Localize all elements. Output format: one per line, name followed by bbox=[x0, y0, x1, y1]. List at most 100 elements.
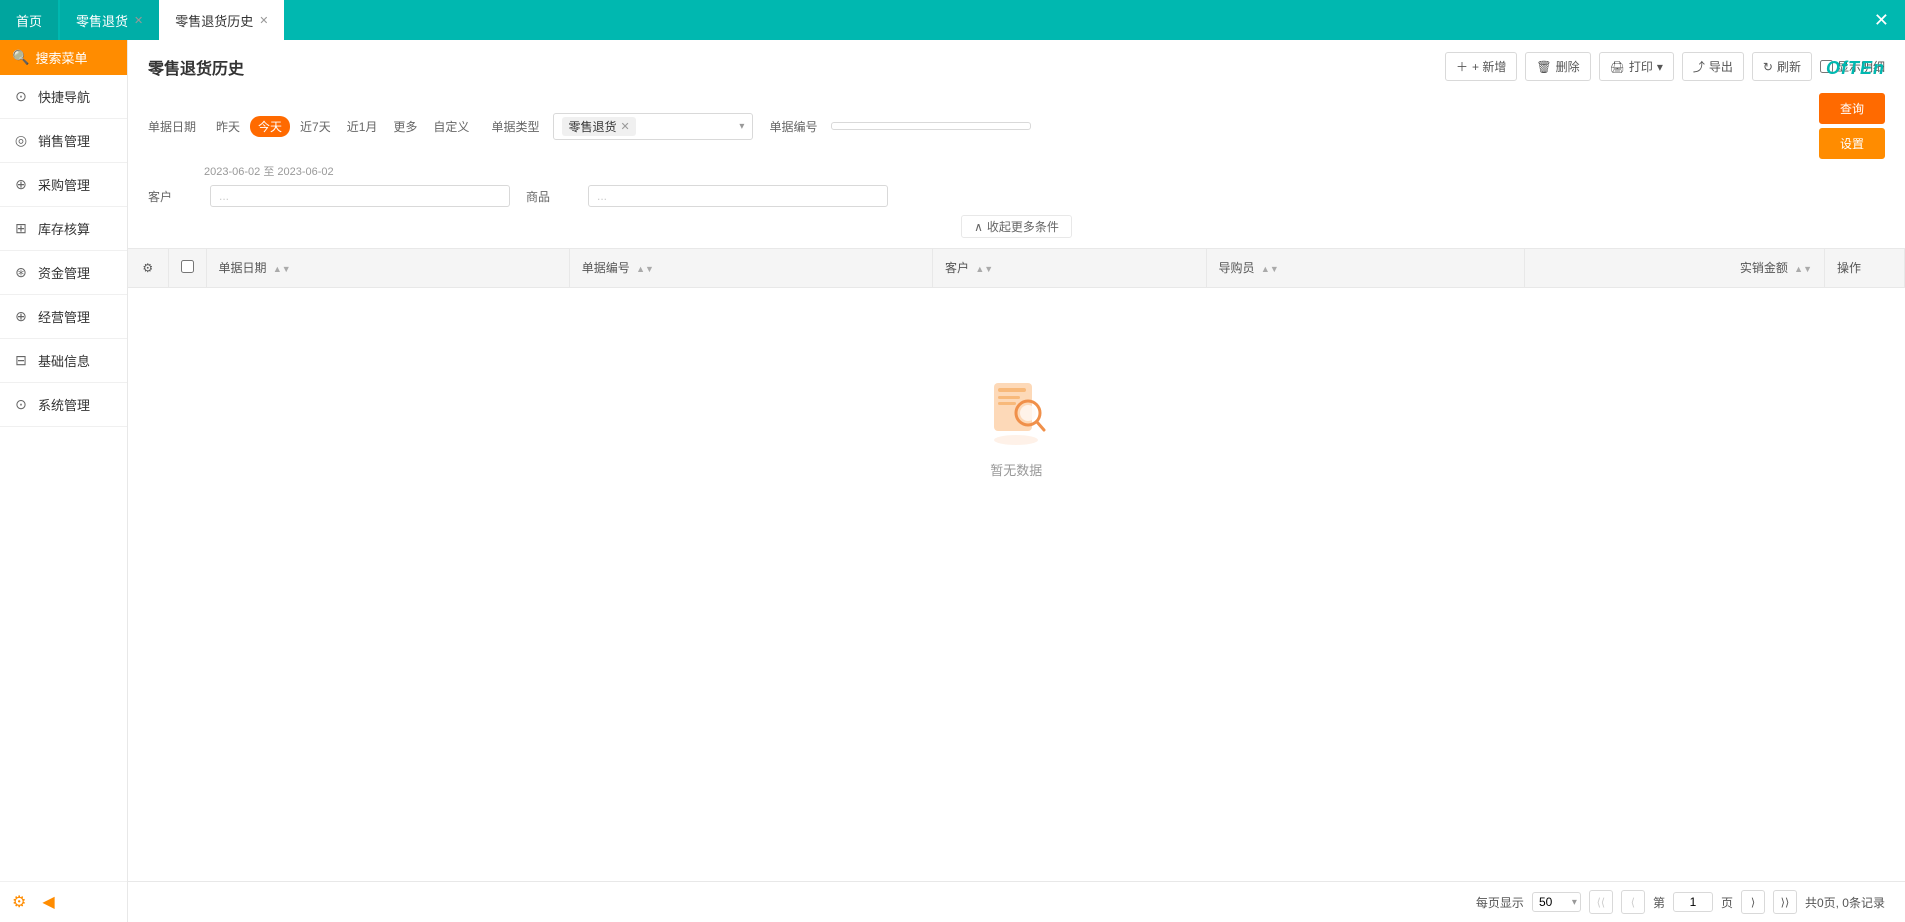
select-all-checkbox[interactable] bbox=[181, 260, 194, 273]
date-range-display: 2023-06-02 至 2023-06-02 bbox=[204, 166, 334, 178]
date-btn-yesterday[interactable]: 昨天 bbox=[210, 116, 246, 137]
print-label: 打印 bbox=[1629, 58, 1653, 75]
tab-retail-return-history-label: 零售退货历史 bbox=[175, 11, 253, 30]
inventory-calc-icon: ⊞ bbox=[12, 220, 30, 238]
print-button[interactable]: 🖨 打印 ▾ bbox=[1599, 52, 1674, 81]
sidebar-item-basic-info[interactable]: ⊟ 基础信息 bbox=[0, 339, 127, 383]
tab-home[interactable]: 首页 bbox=[0, 0, 58, 40]
query-button[interactable]: 查询 bbox=[1819, 93, 1885, 124]
sidebar-item-quick-nav[interactable]: ⊙ 快捷导航 bbox=[0, 75, 127, 119]
sidebar-item-purchase-mgmt[interactable]: ⊕ 采购管理 bbox=[0, 163, 127, 207]
sidebar-item-inventory-calc[interactable]: ⊞ 库存核算 bbox=[0, 207, 127, 251]
col-date: 单据日期 ▲▼ bbox=[206, 249, 569, 287]
sidebar-item-operation-mgmt[interactable]: ⊕ 经营管理 bbox=[0, 295, 127, 339]
tab-retail-return-label: 零售退货 bbox=[76, 11, 128, 30]
brand-tag: OfTEn bbox=[1826, 58, 1885, 79]
top-bar: 首页 零售退货 ✕ 零售退货历史 ✕ ✕ bbox=[0, 0, 1905, 40]
col-checkbox[interactable] bbox=[168, 249, 206, 287]
tab-retail-return-close[interactable]: ✕ bbox=[134, 14, 143, 27]
delete-button[interactable]: 🗑 删除 bbox=[1525, 52, 1590, 81]
table-body: 暂无数据 bbox=[128, 287, 1905, 559]
col-doc-no-sort[interactable]: ▲▼ bbox=[636, 265, 654, 274]
sidebar-item-sales-mgmt[interactable]: ◎ 销售管理 bbox=[0, 119, 127, 163]
delete-label: 删除 bbox=[1556, 58, 1580, 75]
search-icon: 🔍 bbox=[12, 49, 29, 66]
system-mgmt-icon: ⊙ bbox=[12, 396, 30, 414]
export-button[interactable]: ⤴ 导出 bbox=[1682, 52, 1744, 81]
filter-area: 单据日期 昨天 今天 近7天 近1月 更多 自定义 单据类型 bbox=[148, 93, 1885, 248]
doc-no-input[interactable] bbox=[831, 122, 1031, 130]
goods-filter: 商品 ... bbox=[526, 185, 888, 207]
tab-retail-return[interactable]: 零售退货 ✕ bbox=[60, 0, 159, 40]
sidebar-item-finance-mgmt[interactable]: ⊛ 资金管理 bbox=[0, 251, 127, 295]
col-doc-no-label: 单据编号 bbox=[582, 261, 630, 275]
filter-row-1: 单据日期 昨天 今天 近7天 近1月 更多 自定义 单据类型 bbox=[148, 93, 1885, 159]
goods-placeholder: ... bbox=[597, 189, 607, 203]
sidebar-item-inventory-calc-label: 库存核算 bbox=[38, 219, 90, 238]
page-last-button[interactable]: ⟩⟩ bbox=[1773, 890, 1797, 914]
sidebar-search[interactable]: 🔍 搜索菜单 bbox=[0, 40, 127, 75]
tab-list: 首页 零售退货 ✕ 零售退货历史 ✕ bbox=[0, 0, 1858, 40]
new-icon: ＋ bbox=[1456, 58, 1468, 75]
col-guide-sort[interactable]: ▲▼ bbox=[1261, 265, 1279, 274]
date-btn-7days[interactable]: 近7天 bbox=[294, 116, 337, 137]
col-settings[interactable]: ⚙ bbox=[128, 249, 168, 287]
tab-retail-return-history-close[interactable]: ✕ bbox=[259, 14, 268, 27]
customer-label: 客户 bbox=[148, 188, 204, 205]
toolbar: ＋ + 新增 🗑 删除 🖨 打印 ▾ ⤴ 导出 bbox=[1445, 52, 1885, 81]
print-icon: 🖨 bbox=[1610, 60, 1625, 74]
export-icon: ⤴ bbox=[1693, 58, 1705, 75]
col-guide-label: 导购员 bbox=[1219, 261, 1255, 275]
doc-no-label: 单据编号 bbox=[769, 118, 825, 135]
collapse-up-icon: ∧ bbox=[974, 220, 983, 234]
page-first-button[interactable]: ⟨⟨ bbox=[1589, 890, 1613, 914]
sales-mgmt-icon: ◎ bbox=[12, 132, 30, 150]
date-filter-label: 单据日期 bbox=[148, 118, 204, 135]
settings-label: 设置 bbox=[1840, 135, 1864, 152]
new-button[interactable]: ＋ + 新增 bbox=[1445, 52, 1517, 81]
sidebar-item-system-mgmt-label: 系统管理 bbox=[38, 395, 90, 414]
main-layout: 🔍 搜索菜单 ⊙ 快捷导航 ◎ 销售管理 ⊕ 采购管理 ⊞ 库存核算 ⊛ 资金管… bbox=[0, 40, 1905, 922]
page-size-select[interactable]: 20 50 100 bbox=[1532, 892, 1581, 912]
tab-retail-return-history[interactable]: 零售退货历史 ✕ bbox=[159, 0, 284, 40]
refresh-button[interactable]: ↻ 刷新 bbox=[1752, 52, 1812, 81]
col-date-label: 单据日期 bbox=[219, 261, 267, 275]
settings-icon[interactable]: ⚙ bbox=[12, 892, 26, 912]
goods-input[interactable]: ... bbox=[588, 185, 888, 207]
col-customer-sort[interactable]: ▲▼ bbox=[975, 265, 993, 274]
collapse-label: 收起更多条件 bbox=[987, 218, 1059, 235]
table-area: ⚙ 单据日期 ▲▼ 单据编号 ▲▼ bbox=[128, 249, 1905, 881]
page-of-label: 页 bbox=[1721, 894, 1733, 911]
customer-input[interactable]: ... bbox=[210, 185, 510, 207]
tab-home-label: 首页 bbox=[16, 11, 42, 30]
date-btn-1month[interactable]: 近1月 bbox=[341, 116, 384, 137]
col-settings-icon: ⚙ bbox=[142, 261, 153, 275]
date-btn-custom[interactable]: 自定义 bbox=[427, 116, 475, 137]
basic-info-icon: ⊟ bbox=[12, 352, 30, 370]
col-date-sort[interactable]: ▲▼ bbox=[273, 265, 291, 274]
collapse-button[interactable]: ∧ 收起更多条件 bbox=[961, 215, 1072, 238]
sidebar-bottom: ⚙ ◀ bbox=[0, 881, 127, 922]
page-prev-button[interactable]: ⟨ bbox=[1621, 890, 1645, 914]
date-btn-today[interactable]: 今天 bbox=[250, 116, 290, 137]
sidebar-item-finance-mgmt-label: 资金管理 bbox=[38, 263, 90, 282]
col-actual-amount-sort[interactable]: ▲▼ bbox=[1794, 265, 1812, 274]
date-btn-more[interactable]: 更多 bbox=[387, 116, 423, 137]
window-close-button[interactable]: ✕ bbox=[1858, 10, 1905, 31]
col-actual-amount: 实销金额 ▲▼ bbox=[1525, 249, 1825, 287]
doc-type-select[interactable]: 零售退货 ✕ ▾ bbox=[553, 113, 753, 140]
sidebar-search-label: 搜索菜单 bbox=[35, 48, 87, 67]
page-title-bar: 零售退货历史 ＋ + 新增 🗑 删除 🖨 打印 ▾ bbox=[148, 52, 1885, 81]
sidebar-item-system-mgmt[interactable]: ⊙ 系统管理 bbox=[0, 383, 127, 427]
doc-type-tag-close[interactable]: ✕ bbox=[620, 120, 629, 133]
doc-type-label: 单据类型 bbox=[491, 118, 547, 135]
settings-button[interactable]: 设置 bbox=[1819, 128, 1885, 159]
page-next-button[interactable]: ⟩ bbox=[1741, 890, 1765, 914]
page-size-label: 每页显示 bbox=[1476, 894, 1524, 911]
collapse-sidebar-icon[interactable]: ◀ bbox=[42, 892, 54, 912]
empty-text: 暂无数据 bbox=[990, 460, 1042, 479]
col-customer-label: 客户 bbox=[945, 261, 969, 275]
date-buttons: 昨天 今天 近7天 近1月 更多 自定义 bbox=[210, 116, 475, 137]
export-label: 导出 bbox=[1709, 58, 1733, 75]
page-input[interactable] bbox=[1673, 892, 1713, 912]
